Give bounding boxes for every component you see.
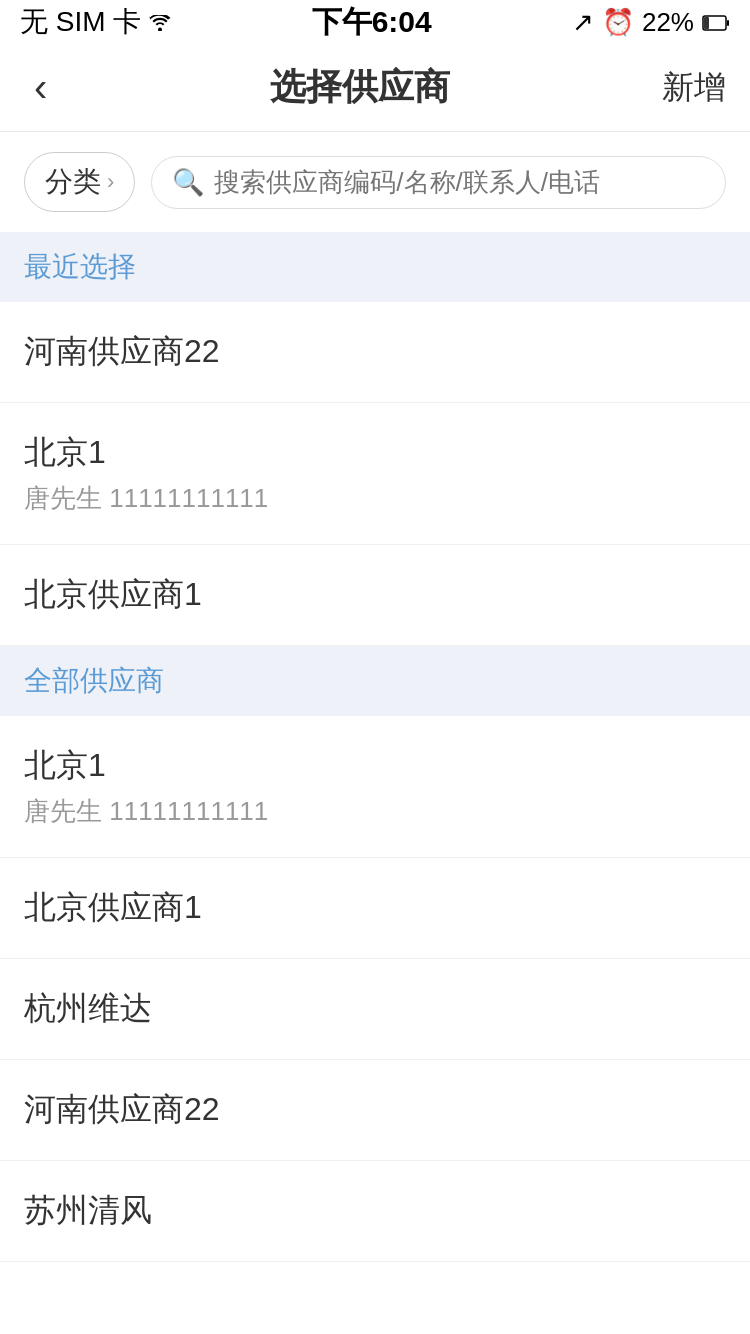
recent-section-header: 最近选择 (0, 232, 750, 302)
new-add-button[interactable]: 新增 (662, 66, 726, 110)
chevron-right-icon: › (107, 169, 114, 195)
alarm-icon: ⏰ (602, 7, 634, 38)
status-bar: 无 SIM 卡 下午6:04 ↗ ⏰ 22% (0, 0, 750, 44)
status-right: ↗ ⏰ 22% (572, 7, 730, 38)
list-item[interactable]: 苏州清风 (0, 1161, 750, 1262)
back-button[interactable]: ‹ (24, 55, 57, 120)
item-name: 北京供应商1 (24, 886, 726, 930)
svg-rect-1 (704, 17, 709, 29)
item-name: 杭州维达 (24, 987, 726, 1031)
nav-bar: ‹ 选择供应商 新增 (0, 44, 750, 132)
list-item[interactable]: 北京供应商1 (0, 545, 750, 646)
battery-label: 22% (642, 7, 694, 38)
list-item[interactable]: 河南供应商22 (0, 302, 750, 403)
item-name: 北京1 (24, 744, 726, 788)
item-sub: 唐先生 11111111111 (24, 481, 726, 516)
item-name: 北京供应商1 (24, 573, 726, 617)
list-item[interactable]: 北京1 唐先生 11111111111 (0, 716, 750, 858)
item-sub: 唐先生 11111111111 (24, 794, 726, 829)
list-item[interactable]: 河南供应商22 (0, 1060, 750, 1161)
svg-rect-2 (727, 20, 729, 26)
list-item[interactable]: 杭州维达 (0, 959, 750, 1060)
all-section-header: 全部供应商 (0, 646, 750, 716)
status-left: 无 SIM 卡 (20, 3, 171, 41)
no-sim-label: 无 SIM 卡 (20, 3, 141, 41)
location-icon: ↗ (572, 7, 594, 38)
battery-icon (702, 7, 730, 38)
page-title: 选择供应商 (270, 63, 450, 112)
item-name: 河南供应商22 (24, 330, 726, 374)
category-button[interactable]: 分类 › (24, 152, 135, 212)
category-label: 分类 (45, 163, 101, 201)
search-box: 🔍 (151, 156, 726, 209)
search-icon: 🔍 (172, 167, 204, 198)
all-list: 北京1 唐先生 11111111111 北京供应商1 杭州维达河南供应商22 苏州清风 (0, 716, 750, 1262)
item-name: 苏州清风 (24, 1189, 726, 1233)
wifi-icon (149, 6, 171, 38)
item-name: 河南供应商22 (24, 1088, 726, 1132)
search-input[interactable] (214, 167, 705, 198)
status-time: 下午6:04 (312, 2, 432, 43)
list-item[interactable]: 北京1 唐先生 11111111111 (0, 403, 750, 545)
filter-bar: 分类 › 🔍 (0, 132, 750, 232)
recent-list: 河南供应商22 北京1 唐先生 11111111111 北京供应商1 (0, 302, 750, 646)
item-name: 北京1 (24, 431, 726, 475)
list-item[interactable]: 北京供应商1 (0, 858, 750, 959)
